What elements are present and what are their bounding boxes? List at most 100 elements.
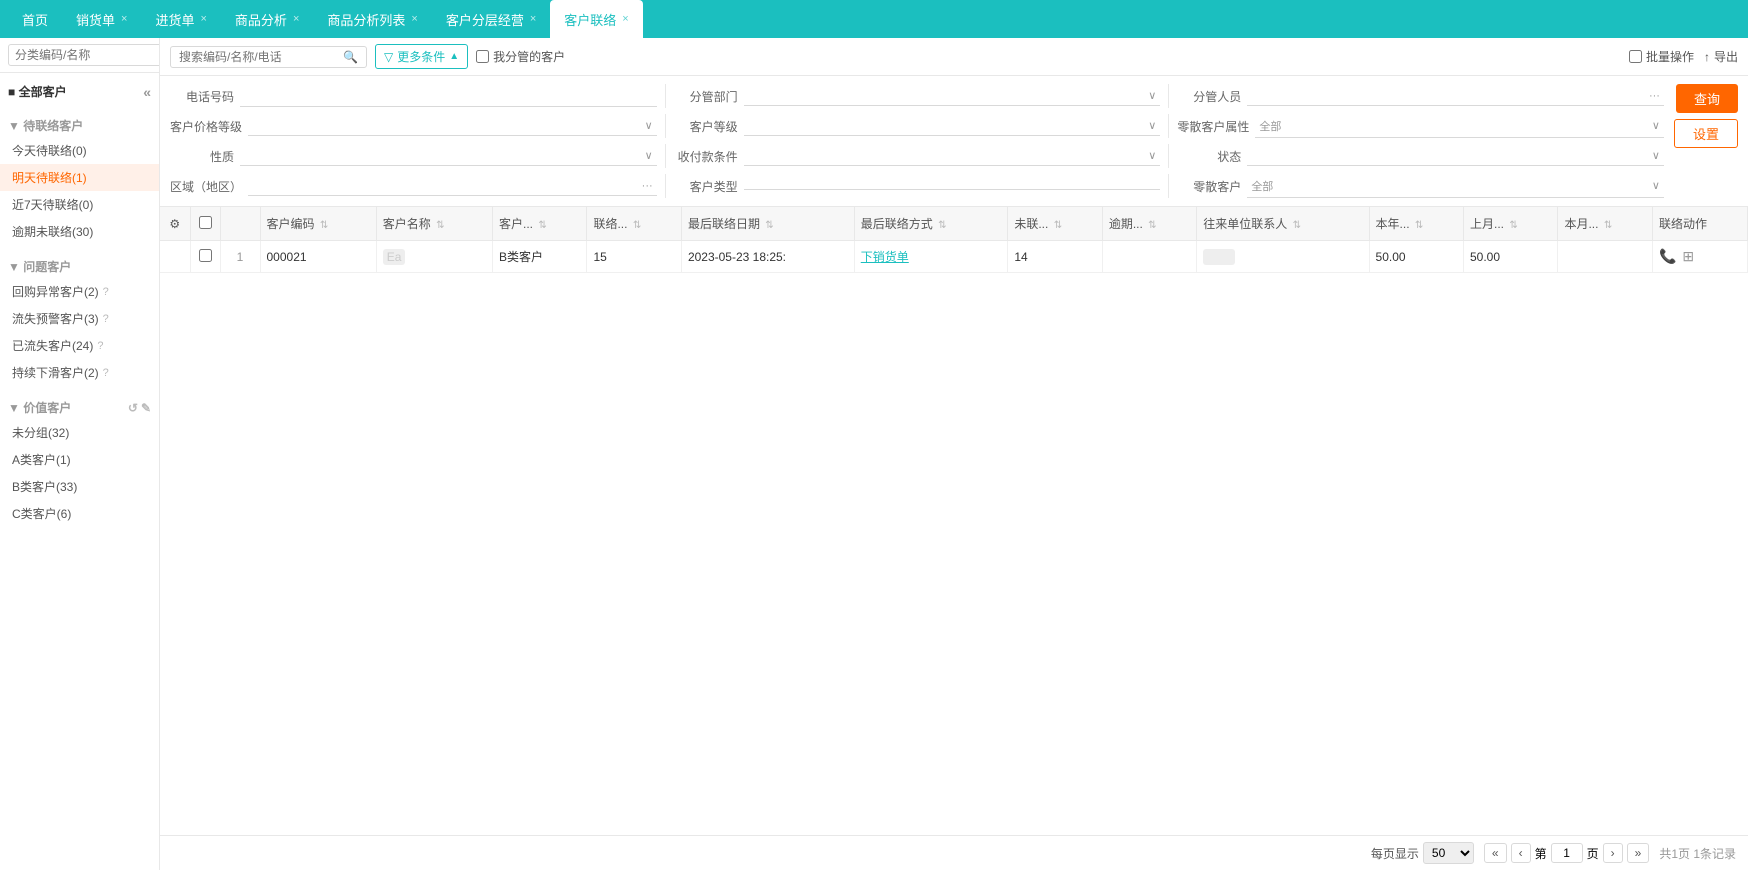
my-customers-label: 我分管的客户 — [493, 48, 565, 65]
filter-customer-type-select[interactable] — [744, 183, 1161, 190]
filter-price-level: 客户价格等级 ∨ — [170, 116, 657, 136]
filter-payment-select[interactable]: ∨ — [744, 146, 1161, 166]
nav-customer-tier[interactable]: 客户分层经营 × — [432, 0, 550, 38]
nav-purchase[interactable]: 进货单 × — [141, 0, 220, 38]
last-page-btn[interactable]: » — [1627, 843, 1650, 863]
filter-retail-attr-label: 零散客户属性 — [1177, 118, 1255, 135]
sidebar-item-overdue[interactable]: 逾期未联络(30) — [0, 218, 159, 245]
nav-customer-contact[interactable]: 客户联络 × — [550, 0, 642, 38]
filter-person-select[interactable]: ··· — [1247, 87, 1664, 106]
sidebar-item-today[interactable]: 今天待联络(0) — [0, 137, 159, 164]
row-this-year: 50.00 — [1369, 241, 1463, 273]
phone-icon[interactable]: 📞 — [1659, 248, 1676, 265]
close-icon[interactable]: × — [293, 13, 299, 25]
sidebar-item-repurchase[interactable]: 回购异常客户(2) ? — [0, 278, 159, 305]
more-filter-btn[interactable]: ▽ 更多条件 ▲ — [375, 44, 468, 69]
problem-customers-title[interactable]: ▼ 问题客户 — [0, 253, 159, 278]
grid-icon[interactable]: ⊞ — [1682, 248, 1694, 265]
col-checkbox — [190, 207, 220, 241]
col-action: 联络动作 — [1652, 207, 1747, 241]
filter-row-4: 区域（地区） ··· 客户类型 — [170, 174, 1664, 198]
nav-home[interactable]: 首页 — [8, 0, 62, 38]
unit-contact-blurred — [1203, 249, 1235, 265]
filter-retail-attr-select[interactable]: 全部∨ — [1255, 115, 1664, 138]
filter-person: 分管人员 ··· — [1177, 87, 1664, 106]
close-icon[interactable]: × — [622, 13, 628, 25]
filter-price-level-select[interactable]: ∨ — [248, 116, 657, 136]
sidebar-item-b-class[interactable]: B类客户(33) — [0, 473, 159, 500]
prev-page-btn[interactable]: ‹ — [1511, 843, 1531, 863]
next-page-btn[interactable]: › — [1603, 843, 1623, 863]
filter-customer-type: 客户类型 — [674, 178, 1161, 195]
query-btn[interactable]: 查询 — [1676, 84, 1738, 113]
close-icon[interactable]: × — [411, 13, 417, 25]
filter-nature: 性质 ∨ — [170, 146, 657, 166]
search-icon[interactable]: 🔍 — [343, 50, 358, 64]
page-size-dropdown[interactable]: 50 10 20 100 — [1423, 842, 1474, 864]
close-icon[interactable]: × — [530, 13, 536, 25]
fold-icon[interactable]: « — [143, 84, 151, 100]
close-icon[interactable]: × — [121, 13, 127, 25]
filter-region-select[interactable]: ··· — [248, 177, 657, 196]
close-icon[interactable]: × — [200, 13, 206, 25]
my-customers-checkbox[interactable] — [476, 50, 489, 63]
toolbar-right: 批量操作 ↑ 导出 — [1629, 48, 1738, 65]
col-overdue: 逾期... ⇅ — [1102, 207, 1196, 241]
page-number-input[interactable] — [1551, 843, 1583, 863]
customer-name-blurred: Ea — [383, 249, 406, 265]
row-select-checkbox[interactable] — [199, 249, 212, 262]
batch-op-btn[interactable]: 批量操作 — [1629, 48, 1694, 65]
filter-row-3: 性质 ∨ 收付款条件 ∨ — [170, 144, 1664, 168]
main-layout: 🔍 ■ 全部客户 « ▼ 待联络客户 今天待联络(0) 明天待联络(1) 近7天… — [0, 38, 1748, 870]
select-all-checkbox[interactable] — [199, 216, 212, 229]
filter-nature-select[interactable]: ∨ — [240, 146, 657, 166]
sidebar-item-c-class[interactable]: C类客户(6) — [0, 500, 159, 527]
batch-checkbox[interactable] — [1629, 50, 1642, 63]
search-input[interactable] — [179, 50, 339, 64]
filter-payment: 收付款条件 ∨ — [674, 146, 1161, 166]
action-icons: 📞 ⊞ — [1659, 248, 1741, 265]
filter-status-select[interactable]: ∨ — [1247, 146, 1664, 166]
row-code: 000021 — [260, 241, 376, 273]
value-customers-title[interactable]: ▼ 价值客户 ↺ ✎ — [0, 394, 159, 419]
row-last-method: 下销货单 — [854, 241, 1008, 273]
value-customers-icons: ↺ ✎ — [128, 401, 151, 415]
filter-region: 区域（地区） ··· — [170, 177, 657, 196]
sidebar-item-a-class[interactable]: A类客户(1) — [0, 446, 159, 473]
all-customers-header[interactable]: ■ 全部客户 « — [0, 77, 159, 104]
search-box: 🔍 — [170, 46, 367, 68]
sidebar-item-ungrouped[interactable]: 未分组(32) — [0, 419, 159, 446]
row-not-contacted: 14 — [1008, 241, 1102, 273]
sidebar-item-declining[interactable]: 持续下滑客户(2) ? — [0, 359, 159, 386]
sidebar-item-churned[interactable]: 已流失客户(24) ? — [0, 332, 159, 359]
edit-icon[interactable]: ✎ — [141, 401, 151, 415]
row-last-month: 50.00 — [1464, 241, 1558, 273]
pending-contact-title[interactable]: ▼ 待联络客户 — [0, 112, 159, 137]
nav-product-analysis-list[interactable]: 商品分析列表 × — [313, 0, 431, 38]
filter-phone-input[interactable] — [240, 86, 657, 107]
filter-retail-customer-select[interactable]: 全部∨ — [1247, 175, 1664, 198]
last-method-link[interactable]: 下销货单 — [861, 250, 909, 264]
nav-sales[interactable]: 销货单 × — [62, 0, 141, 38]
export-btn[interactable]: ↑ 导出 — [1704, 48, 1738, 65]
sidebar-search-input[interactable] — [8, 44, 160, 66]
set-btn[interactable]: 设置 — [1674, 119, 1738, 148]
filter-customer-type-label: 客户类型 — [674, 178, 744, 195]
export-label: 导出 — [1714, 48, 1738, 65]
table-header: ⚙ 客户编码 ⇅ 客户名称 ⇅ 客户... ⇅ 联络... ⇅ 最后联络日期 ⇅… — [160, 207, 1748, 241]
pending-contact-group: ▼ 待联络客户 今天待联络(0) 明天待联络(1) 近7天待联络(0) 逾期未联… — [0, 108, 159, 249]
first-page-btn[interactable]: « — [1484, 843, 1507, 863]
sidebar-item-tomorrow[interactable]: 明天待联络(1) — [0, 164, 159, 191]
col-settings[interactable]: ⚙ — [160, 207, 190, 241]
filter-customer-level-select[interactable]: ∨ — [744, 116, 1161, 136]
row-action: 📞 ⊞ — [1652, 241, 1747, 273]
refresh-icon[interactable]: ↺ — [128, 401, 138, 415]
nav-product-analysis[interactable]: 商品分析 × — [221, 0, 313, 38]
sidebar-item-churn-warning[interactable]: 流失预警客户(3) ? — [0, 305, 159, 332]
filter-btn-group: 查询 设置 — [1664, 84, 1738, 148]
filter-dept-select[interactable]: ∨ — [744, 86, 1161, 106]
batch-op-label: 批量操作 — [1646, 48, 1694, 65]
filter-region-label: 区域（地区） — [170, 178, 248, 195]
sidebar-item-7days[interactable]: 近7天待联络(0) — [0, 191, 159, 218]
col-last-method: 最后联络方式 ⇅ — [854, 207, 1008, 241]
